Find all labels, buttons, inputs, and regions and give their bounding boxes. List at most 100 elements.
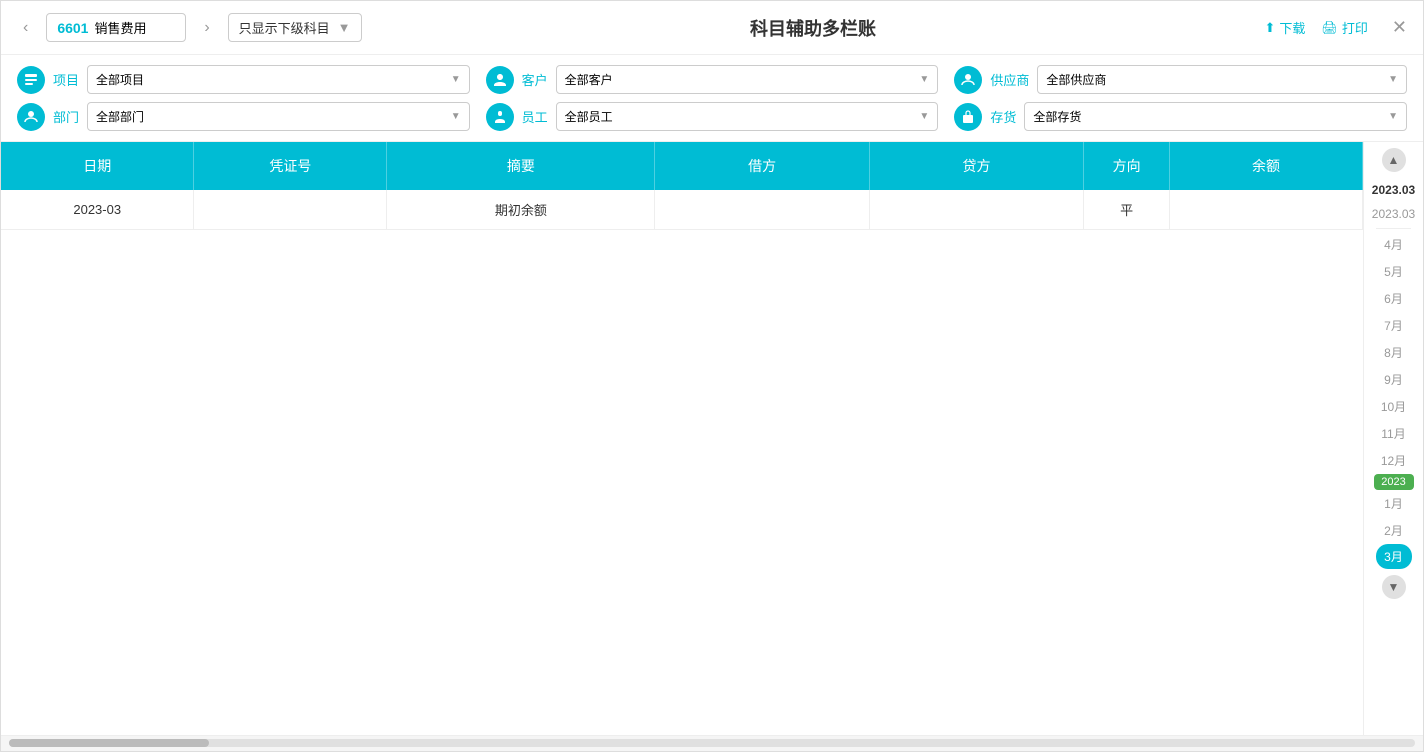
cell-date: 2023-03	[1, 190, 194, 230]
department-value: 全部部门	[96, 108, 144, 125]
timeline-scroll-up[interactable]: ▲	[1364, 142, 1423, 178]
timeline-up-arrow-icon: ▲	[1382, 148, 1406, 172]
content-area: 日期 凭证号 摘要 借方 贷方 方向 余额 2023-03	[1, 142, 1423, 735]
header: ‹ 6601 销售费用 › 只显示下级科目 ▼ 科目辅助多栏账 ⬆ 下载 🖨 打…	[1, 1, 1423, 55]
col-header-date: 日期	[1, 142, 194, 190]
project-value: 全部项目	[96, 71, 144, 88]
cell-voucher	[194, 190, 387, 230]
col-header-debit: 借方	[655, 142, 869, 190]
customer-icon	[486, 66, 514, 94]
close-button[interactable]: ✕	[1392, 17, 1407, 38]
data-table: 日期 凭证号 摘要 借方 贷方 方向 余额 2023-03	[1, 142, 1363, 230]
employee-arrow-icon: ▼	[919, 111, 929, 122]
project-icon	[17, 66, 45, 94]
download-button[interactable]: ⬆ 下载	[1264, 18, 1305, 37]
main-wrapper: ‹ 6601 销售费用 › 只显示下级科目 ▼ 科目辅助多栏账 ⬆ 下载 🖨 打…	[1, 1, 1423, 751]
timeline-item-6[interactable]: 6月	[1364, 285, 1423, 312]
dropdown-arrow-icon: ▼	[338, 20, 351, 35]
download-label: 下载	[1279, 18, 1305, 37]
table-area: 日期 凭证号 摘要 借方 贷方 方向 余额 2023-03	[1, 142, 1363, 735]
timeline-item-2023-03-sub[interactable]: 2023.03	[1364, 202, 1423, 226]
supplier-label: 供应商	[990, 70, 1029, 89]
timeline-item-5[interactable]: 5月	[1364, 258, 1423, 285]
department-arrow-icon: ▼	[451, 111, 461, 122]
supplier-icon	[954, 66, 982, 94]
cell-balance	[1169, 190, 1362, 230]
col-header-voucher: 凭证号	[194, 142, 387, 190]
show-sub-account-dropdown[interactable]: 只显示下级科目 ▼	[228, 13, 362, 42]
project-select[interactable]: 全部项目 ▼	[87, 65, 470, 94]
filter-employee: 员工 全部员工 ▼	[486, 102, 939, 131]
customer-arrow-icon: ▼	[919, 74, 929, 85]
customer-label: 客户	[522, 70, 548, 89]
employee-icon	[486, 103, 514, 131]
table-row: 2023-03 期初余额 平	[1, 190, 1363, 230]
header-actions: ⬆ 下载 🖨 打印 ✕	[1264, 17, 1407, 38]
app-container: ‹ 6601 销售费用 › 只显示下级科目 ▼ 科目辅助多栏账 ⬆ 下载 🖨 打…	[0, 0, 1424, 752]
timeline-item-3-highlighted[interactable]: 3月	[1376, 544, 1412, 569]
col-header-balance: 余额	[1169, 142, 1362, 190]
employee-label: 员工	[522, 107, 548, 126]
filter-bar: 项目 全部项目 ▼ 客户 全部客户 ▼ 供应	[1, 55, 1423, 142]
department-select[interactable]: 全部部门 ▼	[87, 102, 470, 131]
customer-select[interactable]: 全部客户 ▼	[556, 65, 939, 94]
inventory-value: 全部存货	[1033, 108, 1081, 125]
timeline-item-10[interactable]: 10月	[1364, 393, 1423, 420]
print-label: 打印	[1342, 18, 1368, 37]
inventory-select[interactable]: 全部存货 ▼	[1024, 102, 1407, 131]
print-button[interactable]: 🖨 打印	[1321, 18, 1368, 37]
col-header-credit: 贷方	[869, 142, 1083, 190]
timeline-item-1[interactable]: 1月	[1364, 490, 1423, 517]
scrollbar-thumb[interactable]	[9, 739, 209, 747]
customer-value: 全部客户	[565, 71, 613, 88]
timeline-item-12[interactable]: 12月	[1364, 447, 1423, 474]
timeline-year-2023[interactable]: 2023	[1374, 474, 1414, 490]
nav-prev-button[interactable]: ‹	[17, 17, 34, 39]
page-title: 科目辅助多栏账	[374, 15, 1253, 41]
department-label: 部门	[53, 107, 79, 126]
filter-department: 部门 全部部门 ▼	[17, 102, 470, 131]
filter-project: 项目 全部项目 ▼	[17, 65, 470, 94]
timeline-item-7[interactable]: 7月	[1364, 312, 1423, 339]
col-header-summary: 摘要	[387, 142, 655, 190]
filter-supplier: 供应商 全部供应商 ▼	[954, 65, 1407, 94]
col-header-direction: 方向	[1084, 142, 1170, 190]
supplier-value: 全部供应商	[1046, 71, 1106, 88]
side-timeline: ▲ 2023.03 2023.03 4月 5月 6月 7月 8月 9月 10月 …	[1363, 142, 1423, 735]
timeline-scroll-down[interactable]: ▼	[1364, 569, 1423, 605]
scrollbar-track[interactable]	[9, 739, 1415, 747]
account-code-display: 6601 销售费用	[46, 13, 186, 42]
employee-select[interactable]: 全部员工 ▼	[556, 102, 939, 131]
timeline-item-9[interactable]: 9月	[1364, 366, 1423, 393]
account-name-text: 销售费用	[94, 18, 146, 37]
cell-direction: 平	[1084, 190, 1170, 230]
project-arrow-icon: ▼	[451, 74, 461, 85]
timeline-item-11[interactable]: 11月	[1364, 420, 1423, 447]
timeline-item-8[interactable]: 8月	[1364, 339, 1423, 366]
download-icon: ⬆	[1264, 20, 1275, 36]
project-label: 项目	[53, 70, 79, 89]
filter-inventory: 存货 全部存货 ▼	[954, 102, 1407, 131]
cell-debit	[655, 190, 869, 230]
show-sub-account-label: 只显示下级科目	[239, 18, 330, 37]
supplier-select[interactable]: 全部供应商 ▼	[1037, 65, 1407, 94]
inventory-label: 存货	[990, 107, 1016, 126]
timeline-item-2023-03-top[interactable]: 2023.03	[1364, 178, 1423, 202]
scrollbar-area	[1, 735, 1423, 751]
account-code-text: 6601	[57, 20, 88, 36]
timeline-item-2[interactable]: 2月	[1364, 517, 1423, 544]
timeline-down-arrow-icon: ▼	[1382, 575, 1406, 599]
supplier-arrow-icon: ▼	[1388, 74, 1398, 85]
cell-credit	[869, 190, 1083, 230]
print-icon: 🖨	[1321, 20, 1338, 36]
table-header-row: 日期 凭证号 摘要 借方 贷方 方向 余额	[1, 142, 1363, 190]
filter-customer: 客户 全部客户 ▼	[486, 65, 939, 94]
timeline-separator-1	[1376, 228, 1411, 229]
timeline-item-4[interactable]: 4月	[1364, 231, 1423, 258]
cell-summary: 期初余额	[387, 190, 655, 230]
employee-value: 全部员工	[565, 108, 613, 125]
inventory-icon	[954, 103, 982, 131]
department-icon	[17, 103, 45, 131]
nav-next-button[interactable]: ›	[198, 17, 215, 39]
inventory-arrow-icon: ▼	[1388, 111, 1398, 122]
